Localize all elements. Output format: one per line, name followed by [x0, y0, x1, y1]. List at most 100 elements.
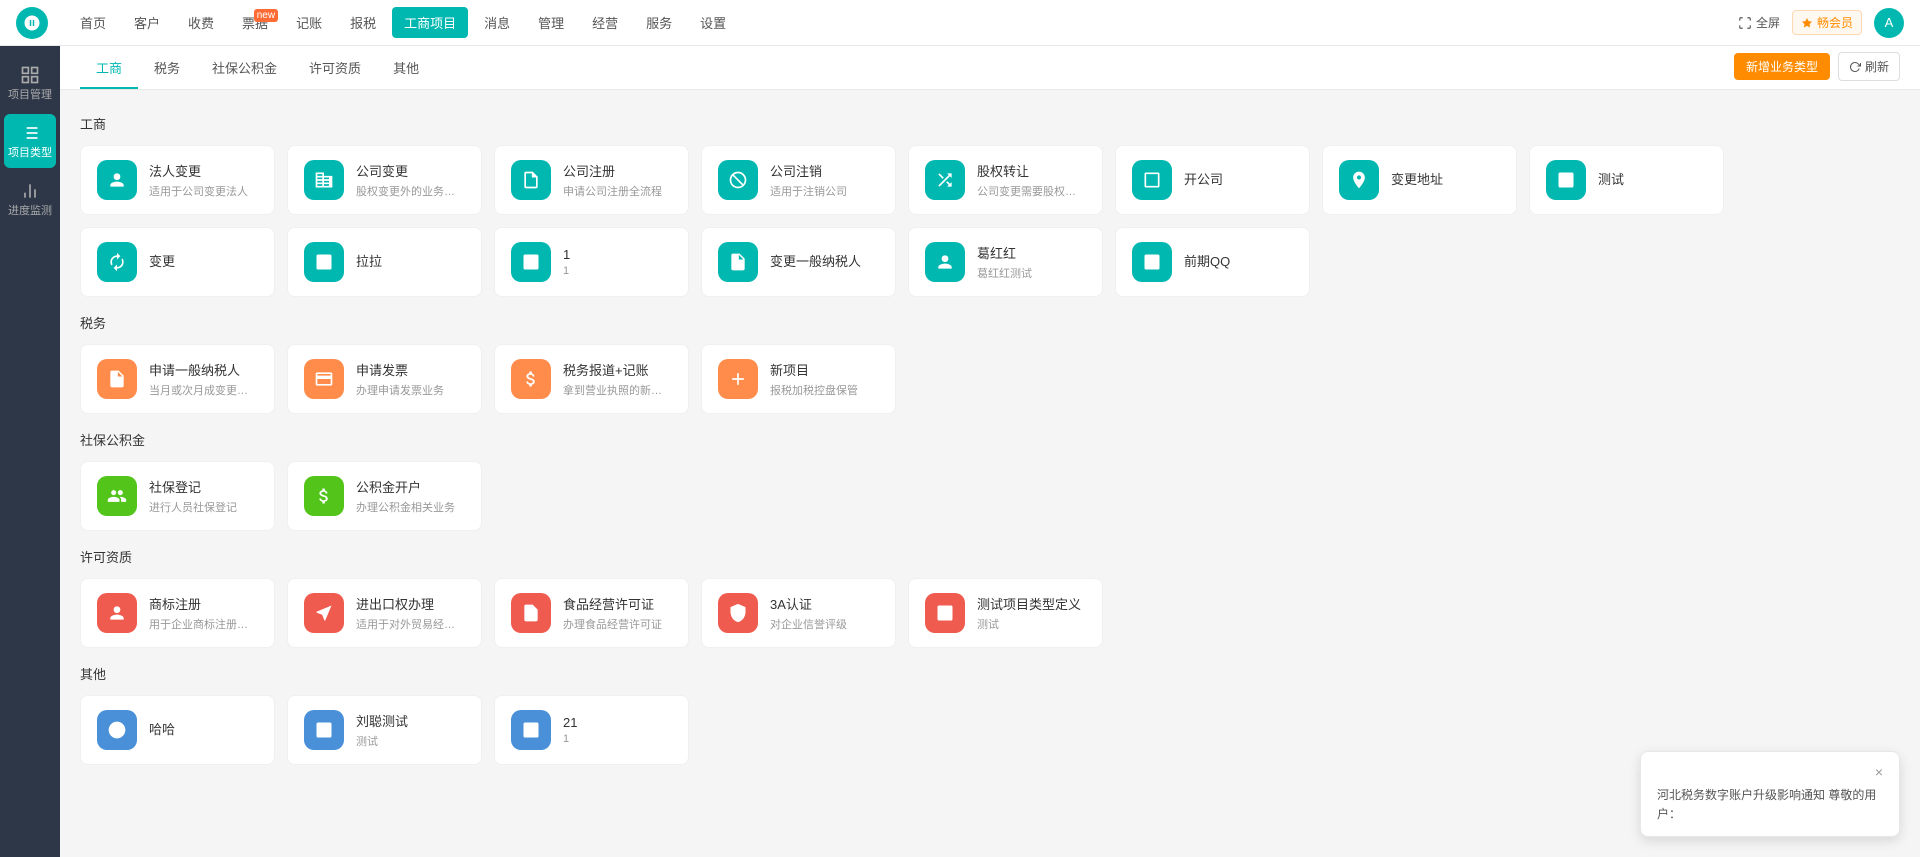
card-info: 哈哈 — [149, 719, 258, 741]
grh-icon — [925, 242, 965, 282]
register-icon — [511, 160, 551, 200]
tab-other[interactable]: 其他 — [377, 46, 435, 89]
card-item[interactable]: 公司变更股权变更外的业务变更 — [287, 145, 482, 215]
card-item[interactable]: 进出口权办理适用于对外贸易经营者 — [287, 578, 482, 648]
card-item[interactable]: 申请一般纳税人当月或次月成变更完成 — [80, 344, 275, 414]
card-info: 3A认证对企业信誉评级 — [770, 594, 879, 632]
tab-tax[interactable]: 税务 — [138, 46, 196, 89]
card-info: 测试 — [1598, 169, 1707, 191]
building-icon — [304, 160, 344, 200]
card-item[interactable]: 测试 — [1529, 145, 1724, 215]
logo[interactable] — [16, 7, 48, 39]
card-title: 开公司 — [1184, 169, 1293, 188]
card-desc: 适用于对外贸易经营者 — [356, 616, 465, 632]
card-info: 公司变更股权变更外的业务变更 — [356, 161, 465, 199]
card-item[interactable]: 公司注销适用于注销公司 — [701, 145, 896, 215]
card-item[interactable]: 新项目报税加税控盘保管 — [701, 344, 896, 414]
notification-popup: × 河北税务数字账户升级影响通知 尊敬的用户： — [1640, 751, 1900, 837]
new-type-button[interactable]: 新增业务类型 — [1734, 53, 1830, 80]
nav-bookkeeping[interactable]: 记账 — [284, 7, 334, 38]
card-title: 公司注册 — [563, 161, 672, 180]
card-info: 开公司 — [1184, 169, 1293, 191]
fullscreen-button[interactable]: 全屏 — [1738, 14, 1780, 31]
sidebar-item-progress[interactable]: 进度监测 — [4, 172, 56, 226]
card-title: 税务报道+记账 — [563, 360, 672, 379]
card-item[interactable]: 申请发票办理申请发票业务 — [287, 344, 482, 414]
card-item[interactable]: 商标注册用于企业商标注册服务 — [80, 578, 275, 648]
food-icon — [511, 593, 551, 633]
tab-social[interactable]: 社保公积金 — [196, 46, 293, 89]
card-info: 新项目报税加税控盘保管 — [770, 360, 879, 398]
card-item[interactable]: 社保登记进行人员社保登记 — [80, 461, 275, 531]
card-item[interactable]: 公积金开户办理公积金相关业务 — [287, 461, 482, 531]
card-item[interactable]: 变更 — [80, 227, 275, 297]
card-title: 商标注册 — [149, 594, 258, 613]
card-item[interactable]: 前期QQ — [1115, 227, 1310, 297]
card-info: 变更一般纳税人 — [770, 251, 879, 273]
sidebar-item-project-type[interactable]: 项目类型 — [4, 114, 56, 168]
tab-business[interactable]: 工商 — [80, 46, 138, 89]
content-area: 工商法人变更适用于公司变更法人 公司变更股权变更外的业务变更公司注册申请公司注册全… — [60, 90, 1920, 797]
address-icon — [1339, 160, 1379, 200]
nav-manage[interactable]: 管理 — [526, 7, 576, 38]
trademark-icon — [97, 593, 137, 633]
nav-message[interactable]: 消息 — [472, 7, 522, 38]
nav-operation[interactable]: 经营 — [580, 7, 630, 38]
card-desc: 适用于注销公司 — [770, 183, 879, 199]
user-avatar[interactable]: A — [1874, 8, 1904, 38]
nav-business[interactable]: 工商项目 — [392, 7, 468, 38]
nav-client[interactable]: 客户 — [122, 7, 172, 38]
card-item[interactable]: 股权转让公司变更需要股权转让 — [908, 145, 1103, 215]
nav-tax[interactable]: 报税 — [338, 7, 388, 38]
new-icon — [718, 359, 758, 399]
card-item[interactable]: 211 — [494, 695, 689, 765]
section-title: 工商 — [80, 114, 1900, 133]
refresh-label: 刷新 — [1865, 58, 1889, 75]
card-info: 211 — [563, 715, 672, 745]
sidebar-item-project-manage[interactable]: 项目管理 — [4, 56, 56, 110]
card-desc: 葛红红测试 — [977, 265, 1086, 281]
haha-icon — [97, 710, 137, 750]
card-title: 21 — [563, 715, 672, 730]
card-item[interactable]: 3A认证对企业信誉评级 — [701, 578, 896, 648]
card-title: 社保登记 — [149, 477, 258, 496]
refresh-button[interactable]: 刷新 — [1838, 52, 1900, 81]
card-item[interactable]: 111 — [494, 227, 689, 297]
card-item[interactable]: 变更地址 — [1322, 145, 1517, 215]
member-button[interactable]: 畅会员 — [1792, 10, 1862, 35]
card-desc: 对企业信誉评级 — [770, 616, 879, 632]
card-title: 哈哈 — [149, 719, 258, 738]
nav-service[interactable]: 服务 — [634, 7, 684, 38]
card-item[interactable]: 拉拉 — [287, 227, 482, 297]
nav-settings[interactable]: 设置 — [688, 7, 738, 38]
nav-billing[interactable]: 收费 — [176, 7, 226, 38]
card-item[interactable]: 税务报道+记账拿到营业执照的新公司 — [494, 344, 689, 414]
card-item[interactable]: 刘聪测试测试 — [287, 695, 482, 765]
card-item[interactable]: 变更一般纳税人 — [701, 227, 896, 297]
card-desc: 公司变更需要股权转让 — [977, 183, 1086, 199]
nav-right: 全屏 畅会员 A — [1738, 8, 1904, 38]
card-info: 申请一般纳税人当月或次月成变更完成 — [149, 360, 258, 398]
top-nav: 首页 客户 收费 票据 new 记账 报税 工商项目 消息 管理 经营 服务 设… — [0, 0, 1920, 46]
card-title: 变更一般纳税人 — [770, 251, 879, 270]
card-item[interactable]: 测试项目类型定义测试 — [908, 578, 1103, 648]
card-title: 公积金开户 — [356, 477, 465, 496]
card-title: 3A认证 — [770, 594, 879, 613]
card-item[interactable]: 法人变更适用于公司变更法人 — [80, 145, 275, 215]
notification-close[interactable]: × — [1875, 764, 1883, 780]
card-info: 变更地址 — [1391, 169, 1500, 191]
card-item[interactable]: 哈哈 — [80, 695, 275, 765]
card-item[interactable]: 公司注册申请公司注册全流程 — [494, 145, 689, 215]
nav-ticket[interactable]: 票据 new — [230, 7, 280, 38]
card-item[interactable]: 葛红红葛红红测试 — [908, 227, 1103, 297]
card-item[interactable]: 开公司 — [1115, 145, 1310, 215]
taxpayer-icon — [718, 242, 758, 282]
card-item[interactable]: 食品经营许可证办理食品经营许可证 — [494, 578, 689, 648]
card-info: 进出口权办理适用于对外贸易经营者 — [356, 594, 465, 632]
transfer-icon — [925, 160, 965, 200]
nav-home[interactable]: 首页 — [68, 7, 118, 38]
grid-icon — [19, 64, 41, 86]
change-icon — [97, 242, 137, 282]
card-title: 法人变更 — [149, 161, 258, 180]
tab-license[interactable]: 许可资质 — [293, 46, 377, 89]
